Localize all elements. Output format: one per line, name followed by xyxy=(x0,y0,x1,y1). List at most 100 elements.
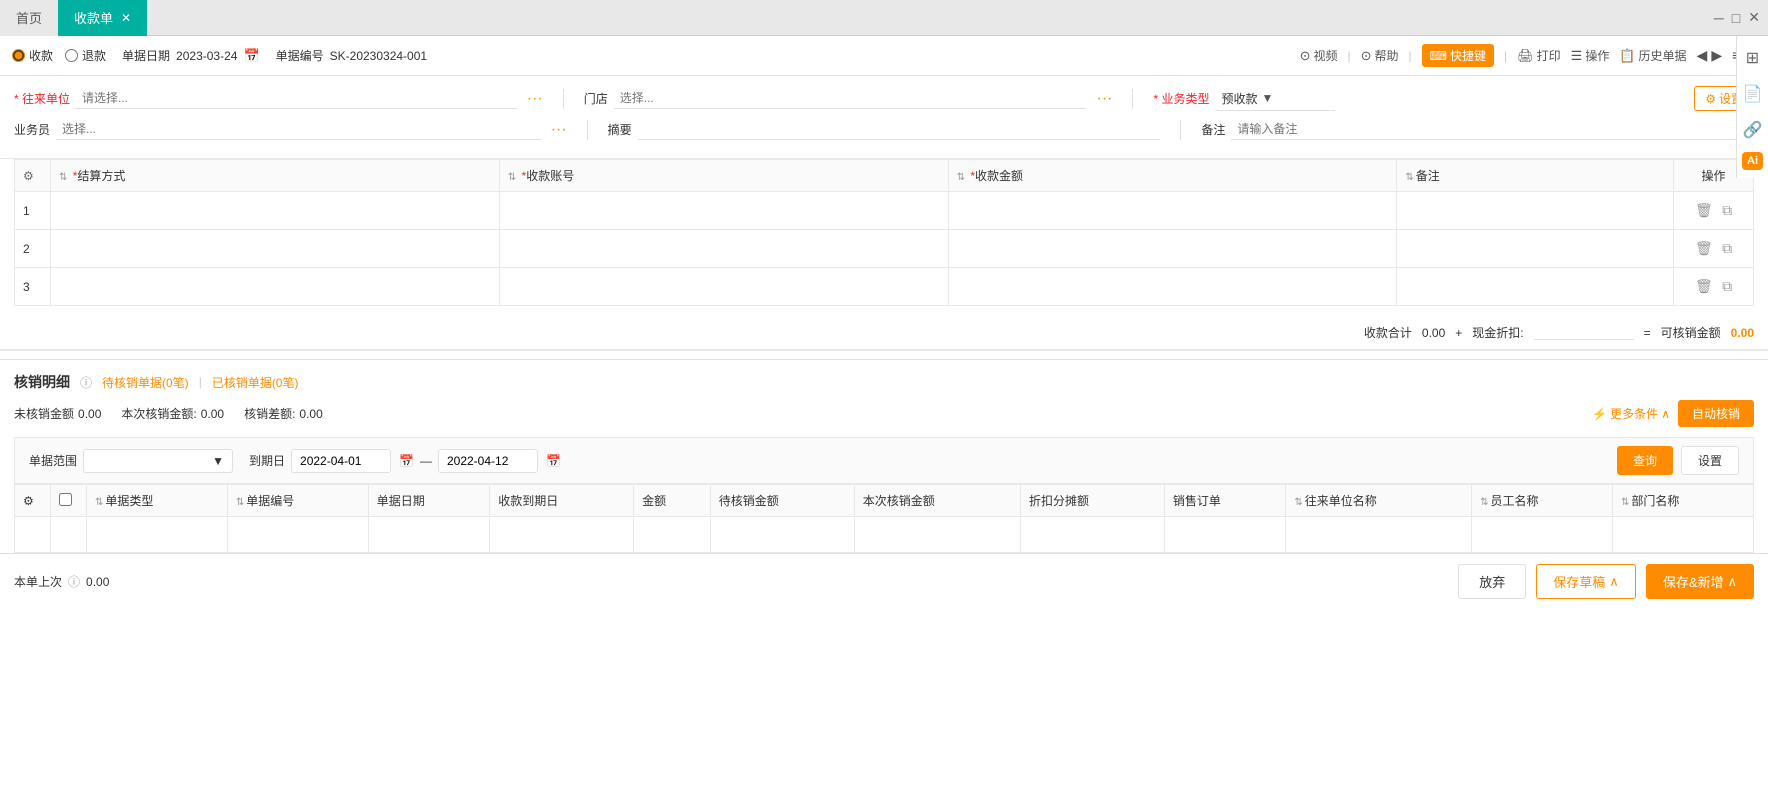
summary-input[interactable] xyxy=(638,119,1161,140)
prev-arrow[interactable]: ◀ xyxy=(1697,47,1708,64)
business-type-arrow: ▼ xyxy=(1262,91,1274,105)
business-type-select[interactable]: 预收款 ▼ xyxy=(1215,87,1335,111)
main-content: 收款 退款 单据日期 2023-03-24 📅 单据编号 SK-20230324… xyxy=(0,36,1768,796)
partner-input[interactable] xyxy=(76,88,517,109)
auto-verify-btn[interactable]: 自动核销 xyxy=(1678,400,1754,427)
help-label: 帮助 xyxy=(1375,47,1399,64)
row-remark[interactable] xyxy=(1397,268,1674,306)
row-amount[interactable] xyxy=(948,230,1397,268)
sidebar-table-icon[interactable]: ⊞ xyxy=(1742,44,1763,72)
calendar-icon[interactable]: 📅 xyxy=(243,48,259,64)
store-input[interactable] xyxy=(614,88,1087,109)
tab-receipt[interactable]: 收款单 ✕ xyxy=(58,0,147,36)
more-conditions-link[interactable]: ⚡ 更多条件 ∧ xyxy=(1592,405,1670,422)
query-btn[interactable]: 查询 xyxy=(1617,446,1673,475)
row-amount[interactable] xyxy=(948,192,1397,230)
verify-title-row: 核销明细 ⓘ 待核销单据(0笔) | 已核销单据(0笔) xyxy=(14,372,1754,392)
row-amount[interactable] xyxy=(948,268,1397,306)
row-account[interactable] xyxy=(499,192,948,230)
row-remark[interactable] xyxy=(1397,192,1674,230)
save-draft-arrow[interactable]: ∧ xyxy=(1609,574,1619,590)
discount-input[interactable] xyxy=(1534,325,1634,340)
col-amount: ⇅ *收款金额 xyxy=(948,160,1397,192)
staff-input[interactable] xyxy=(56,119,541,140)
row-actions: 🗑 ⧉ xyxy=(1674,268,1754,306)
remark-input[interactable] xyxy=(1231,119,1754,140)
save-new-arrow[interactable]: ∧ xyxy=(1727,574,1737,590)
row-settle-method[interactable] xyxy=(51,268,500,306)
col-amount-b: 金额 xyxy=(634,485,711,517)
footer-info-icon[interactable]: ⓘ xyxy=(68,573,80,590)
partner-dots[interactable]: ··· xyxy=(527,90,543,108)
table-row: 2 🗑 ⧉ xyxy=(15,230,1754,268)
row-settle-method[interactable] xyxy=(51,192,500,230)
shortcut-btn[interactable]: ⌨ 快捷键 xyxy=(1422,44,1494,67)
window-close-icon[interactable]: ✕ xyxy=(1748,9,1760,26)
verify-info-icon[interactable]: ⓘ xyxy=(80,374,92,391)
window-minimize-icon[interactable]: ─ xyxy=(1714,10,1724,26)
cal-to-icon[interactable]: 📅 xyxy=(546,454,561,468)
col-discount: 折扣分摊额 xyxy=(1021,485,1165,517)
receipt-radio-input[interactable] xyxy=(12,49,25,62)
partner-label: * 往来单位 xyxy=(14,90,70,107)
footer-left: 本单上次 ⓘ 0.00 xyxy=(14,573,109,590)
help-btn[interactable]: ⊙ 帮助 xyxy=(1361,47,1399,64)
business-type-field: * 业务类型 预收款 ▼ xyxy=(1153,87,1682,111)
date-to-input[interactable] xyxy=(438,449,538,473)
staff-dots[interactable]: ··· xyxy=(551,121,567,139)
tab-home[interactable]: 首页 xyxy=(0,0,58,36)
operation-btn[interactable]: ☰ 操作 xyxy=(1571,47,1610,64)
done-tab[interactable]: 已核销单据(0笔) xyxy=(212,374,299,391)
delete-icon[interactable]: 🗑 xyxy=(1695,240,1713,256)
row-num: 2 xyxy=(15,230,51,268)
abandon-label: 放弃 xyxy=(1479,575,1505,590)
diff-label: 核销差额: xyxy=(244,405,295,422)
save-draft-btn[interactable]: 保存草稿 ∧ xyxy=(1536,564,1636,599)
row-remark[interactable] xyxy=(1397,230,1674,268)
copy-icon[interactable]: ⧉ xyxy=(1722,202,1732,218)
tab-receipt-close[interactable]: ✕ xyxy=(121,11,131,25)
pending-tab[interactable]: 待核销单据(0笔) xyxy=(102,374,189,391)
delete-icon[interactable]: 🗑 xyxy=(1695,278,1713,294)
row-settle-method[interactable] xyxy=(51,230,500,268)
video-btn[interactable]: ⊙ 视频 xyxy=(1300,47,1338,64)
print-label: 打印 xyxy=(1537,47,1561,64)
sidebar-ai-icon[interactable]: Ai xyxy=(1742,152,1763,170)
date-label: 到期日 xyxy=(249,452,285,469)
delete-icon[interactable]: 🗑 xyxy=(1695,202,1713,218)
next-arrow[interactable]: ▶ xyxy=(1711,47,1722,64)
sidebar-doc-icon[interactable]: 📄 xyxy=(1739,80,1767,108)
filter-right-buttons: 查询 设置 xyxy=(1617,446,1739,475)
receipt-radio[interactable]: 收款 xyxy=(12,47,53,64)
refund-radio[interactable]: 退款 xyxy=(65,47,106,64)
total-label: 收款合计 xyxy=(1364,324,1412,341)
shortcut-icon: ⌨ xyxy=(1430,49,1447,63)
copy-icon[interactable]: ⧉ xyxy=(1722,278,1732,294)
copy-icon[interactable]: ⧉ xyxy=(1722,240,1732,256)
abandon-btn[interactable]: 放弃 xyxy=(1458,564,1526,599)
bottom-table-wrap: ⚙ ⇅单据类型 ⇅单据编号 单据日期 收款到期日 金额 待核销金额 本次核销金额… xyxy=(14,484,1754,553)
order-label: 本单上次 xyxy=(14,573,62,590)
store-field: 门店 ··· xyxy=(584,88,1113,109)
history-btn[interactable]: 📋 历史单据 xyxy=(1619,47,1686,64)
query-label: 查询 xyxy=(1633,454,1657,468)
diff-stat: 核销差额: 0.00 xyxy=(244,405,323,422)
table-gear-icon[interactable]: ⚙ xyxy=(23,169,34,183)
filter-setting-btn[interactable]: 设置 xyxy=(1681,446,1739,475)
refund-radio-input[interactable] xyxy=(65,49,78,62)
row-account[interactable] xyxy=(499,268,948,306)
date-from-input[interactable] xyxy=(291,449,391,473)
auto-verify-label: 自动核销 xyxy=(1692,407,1740,421)
current-label: 本次核销金额: xyxy=(121,405,196,422)
window-maximize-icon[interactable]: □ xyxy=(1732,10,1740,26)
print-btn[interactable]: 🖨 打印 xyxy=(1517,47,1561,64)
range-select[interactable]: ▼ xyxy=(83,449,233,473)
gear-icon-b[interactable]: ⚙ xyxy=(23,494,34,508)
save-new-btn[interactable]: 保存&新增 ∧ xyxy=(1646,564,1754,599)
row-account[interactable] xyxy=(499,230,948,268)
cal-from-icon[interactable]: 📅 xyxy=(399,454,414,468)
print-icon: 🖨 xyxy=(1517,48,1534,64)
sidebar-link-icon[interactable]: 🔗 xyxy=(1739,116,1767,144)
select-all-checkbox[interactable] xyxy=(59,493,72,506)
store-dots[interactable]: ··· xyxy=(1096,90,1112,108)
